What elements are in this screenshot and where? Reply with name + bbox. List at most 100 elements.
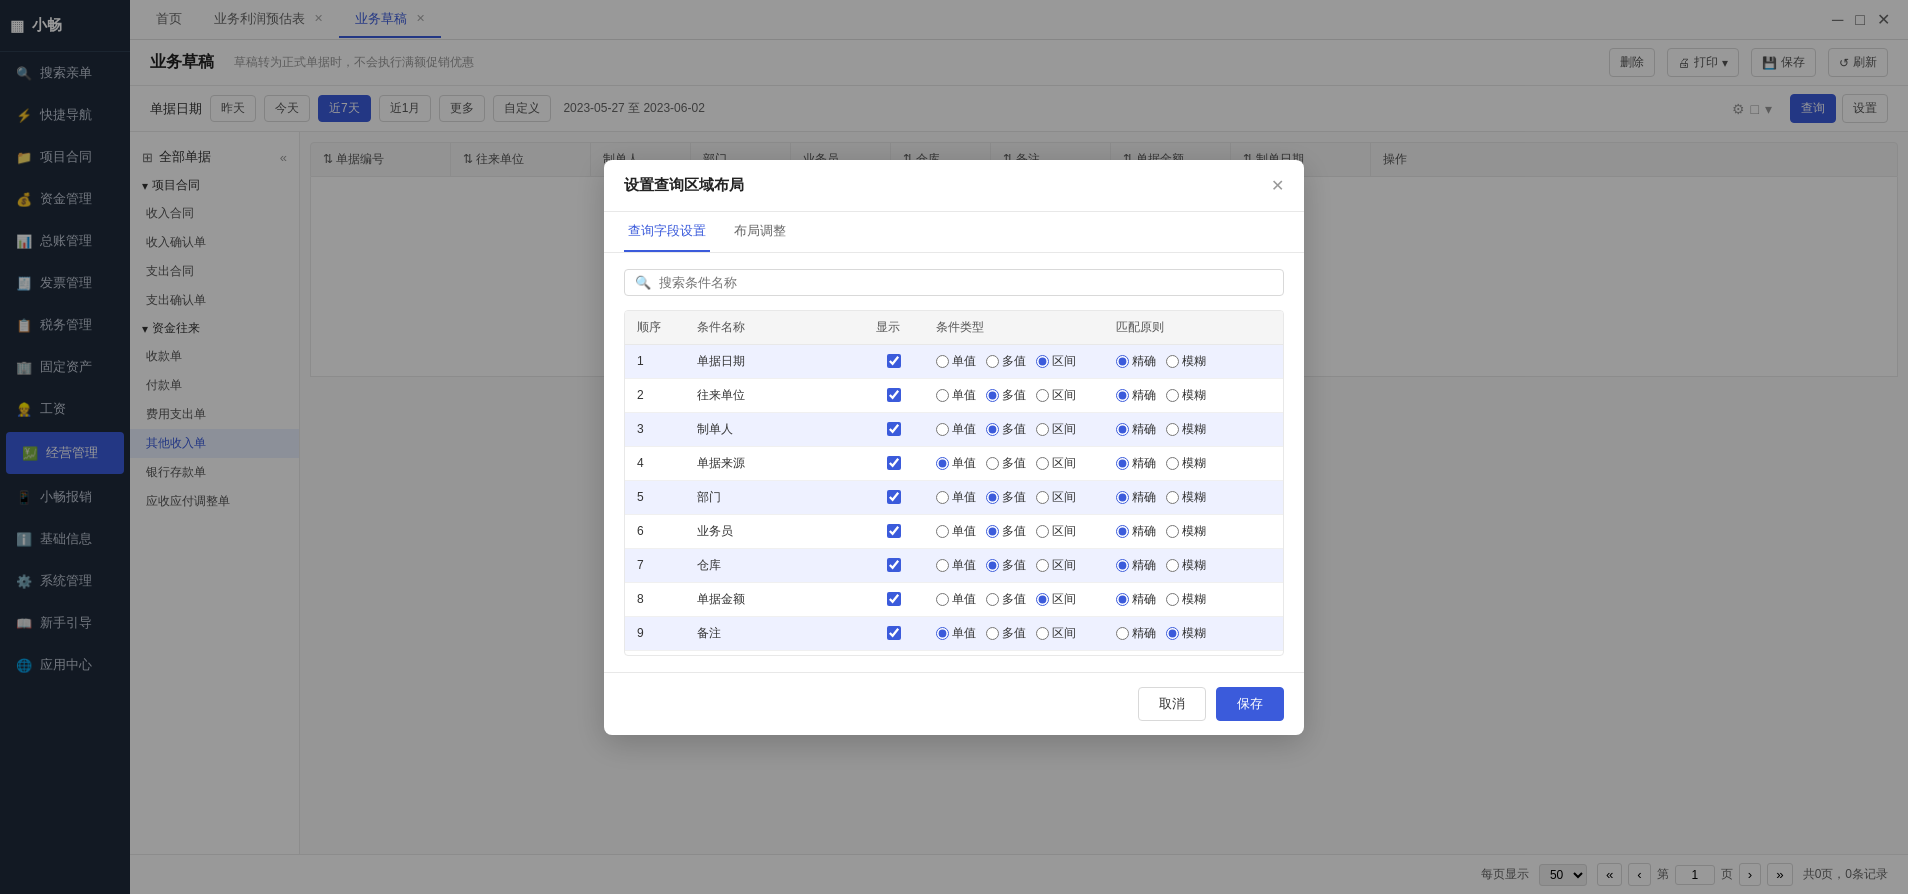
show-checkbox[interactable] xyxy=(887,422,901,436)
row-match-type: 精确 模糊 xyxy=(1104,617,1283,650)
radio-fuzzy[interactable]: 模糊 xyxy=(1166,353,1206,370)
radio-range[interactable]: 区间 xyxy=(1036,557,1076,574)
radio-precise[interactable]: 精确 xyxy=(1116,455,1156,472)
row-show[interactable] xyxy=(864,447,924,480)
show-checkbox[interactable] xyxy=(887,354,901,368)
modal-dialog: 设置查询区域布局 ✕ 查询字段设置 布局调整 🔍 顺序 条件名称 显示 条件类型… xyxy=(604,160,1304,735)
row-show[interactable] xyxy=(864,481,924,514)
radio-range[interactable]: 区间 xyxy=(1036,387,1076,404)
radio-fuzzy[interactable]: 模糊 xyxy=(1166,387,1206,404)
radio-multi[interactable]: 多值 xyxy=(986,523,1026,540)
radio-multi[interactable]: 多值 xyxy=(986,625,1026,642)
radio-single[interactable]: 单值 xyxy=(936,387,976,404)
row-show[interactable] xyxy=(864,617,924,650)
radio-precise[interactable]: 精确 xyxy=(1116,353,1156,370)
modal-close-button[interactable]: ✕ xyxy=(1271,176,1284,195)
radio-single[interactable]: 单值 xyxy=(936,455,976,472)
row-show[interactable] xyxy=(864,549,924,582)
row-show[interactable] xyxy=(864,413,924,446)
radio-single[interactable]: 单值 xyxy=(936,625,976,642)
row-condition-type: 单值 多值 区间 xyxy=(924,379,1103,412)
row-show[interactable] xyxy=(864,651,924,655)
modal-footer: 取消 保存 xyxy=(604,672,1304,735)
row-condition-type: 单值 多值 区间 xyxy=(924,515,1103,548)
radio-precise[interactable]: 精确 xyxy=(1116,557,1156,574)
radio-multi[interactable]: 多值 xyxy=(986,489,1026,506)
radio-precise[interactable]: 精确 xyxy=(1116,523,1156,540)
row-name: 备注 xyxy=(685,617,864,650)
row-match-type: 精确 模糊 xyxy=(1104,413,1283,446)
radio-single[interactable]: 单值 xyxy=(936,591,976,608)
config-table-header: 顺序 条件名称 显示 条件类型 匹配原则 xyxy=(625,311,1283,345)
radio-range[interactable]: 区间 xyxy=(1036,421,1076,438)
show-checkbox[interactable] xyxy=(887,388,901,402)
config-table-row: 7 仓库 单值 多值 区间 精确 xyxy=(625,549,1283,583)
config-table-row: 4 单据来源 单值 多值 区间 精确 xyxy=(625,447,1283,481)
radio-multi[interactable]: 多值 xyxy=(986,455,1026,472)
col-order: 顺序 xyxy=(625,311,685,344)
radio-single[interactable]: 单值 xyxy=(936,421,976,438)
radio-multi[interactable]: 多值 xyxy=(986,353,1026,370)
radio-fuzzy[interactable]: 模糊 xyxy=(1166,591,1206,608)
radio-range[interactable]: 区间 xyxy=(1036,353,1076,370)
radio-multi[interactable]: 多值 xyxy=(986,557,1026,574)
radio-fuzzy[interactable]: 模糊 xyxy=(1166,557,1206,574)
row-name: 单据金额 xyxy=(685,583,864,616)
row-order: 4 xyxy=(625,447,685,480)
row-show[interactable] xyxy=(864,515,924,548)
save-config-button[interactable]: 保存 xyxy=(1216,687,1284,721)
row-match-type: 精确 模糊 xyxy=(1104,345,1283,378)
radio-fuzzy[interactable]: 模糊 xyxy=(1166,523,1206,540)
config-table-row: 1 单据日期 单值 多值 区间 精确 xyxy=(625,345,1283,379)
show-checkbox[interactable] xyxy=(887,592,901,606)
row-name: 仓库 xyxy=(685,549,864,582)
radio-fuzzy[interactable]: 模糊 xyxy=(1166,625,1206,642)
config-table-body: 1 单据日期 单值 多值 区间 精确 xyxy=(625,345,1283,655)
row-condition-type: 单值 多值 区间 xyxy=(924,617,1103,650)
row-name: 往来单位 xyxy=(685,379,864,412)
row-name: 单据日期 xyxy=(685,345,864,378)
row-condition-type: 单值 多值 区间 xyxy=(924,651,1103,655)
show-checkbox[interactable] xyxy=(887,626,901,640)
show-checkbox[interactable] xyxy=(887,558,901,572)
row-order: 10 xyxy=(625,651,685,655)
row-order: 8 xyxy=(625,583,685,616)
radio-precise[interactable]: 精确 xyxy=(1116,387,1156,404)
row-order: 7 xyxy=(625,549,685,582)
radio-precise[interactable]: 精确 xyxy=(1116,625,1156,642)
modal-tab-layout[interactable]: 布局调整 xyxy=(730,212,790,252)
radio-multi[interactable]: 多值 xyxy=(986,387,1026,404)
radio-multi[interactable]: 多值 xyxy=(986,591,1026,608)
modal-search-input[interactable] xyxy=(659,275,1273,290)
radio-fuzzy[interactable]: 模糊 xyxy=(1166,455,1206,472)
radio-fuzzy[interactable]: 模糊 xyxy=(1166,489,1206,506)
radio-range[interactable]: 区间 xyxy=(1036,523,1076,540)
radio-range[interactable]: 区间 xyxy=(1036,591,1076,608)
radio-single[interactable]: 单值 xyxy=(936,489,976,506)
modal-tab-fields[interactable]: 查询字段设置 xyxy=(624,212,710,252)
row-show[interactable] xyxy=(864,379,924,412)
radio-fuzzy[interactable]: 模糊 xyxy=(1166,421,1206,438)
cancel-button[interactable]: 取消 xyxy=(1138,687,1206,721)
row-show[interactable] xyxy=(864,583,924,616)
radio-range[interactable]: 区间 xyxy=(1036,489,1076,506)
radio-range[interactable]: 区间 xyxy=(1036,455,1076,472)
row-name: 制单人 xyxy=(685,413,864,446)
show-checkbox[interactable] xyxy=(887,524,901,538)
radio-single[interactable]: 单值 xyxy=(936,523,976,540)
radio-single[interactable]: 单值 xyxy=(936,353,976,370)
row-match-type: 精确 模糊 xyxy=(1104,515,1283,548)
radio-precise[interactable]: 精确 xyxy=(1116,489,1156,506)
show-checkbox[interactable] xyxy=(887,456,901,470)
radio-range[interactable]: 区间 xyxy=(1036,625,1076,642)
show-checkbox[interactable] xyxy=(887,490,901,504)
row-condition-type: 单值 多值 区间 xyxy=(924,413,1103,446)
radio-precise[interactable]: 精确 xyxy=(1116,591,1156,608)
row-show[interactable] xyxy=(864,345,924,378)
row-order: 3 xyxy=(625,413,685,446)
modal-overlay[interactable]: 设置查询区域布局 ✕ 查询字段设置 布局调整 🔍 顺序 条件名称 显示 条件类型… xyxy=(0,0,1908,894)
radio-precise[interactable]: 精确 xyxy=(1116,421,1156,438)
radio-single[interactable]: 单值 xyxy=(936,557,976,574)
config-table-row: 2 往来单位 单值 多值 区间 精确 xyxy=(625,379,1283,413)
radio-multi[interactable]: 多值 xyxy=(986,421,1026,438)
